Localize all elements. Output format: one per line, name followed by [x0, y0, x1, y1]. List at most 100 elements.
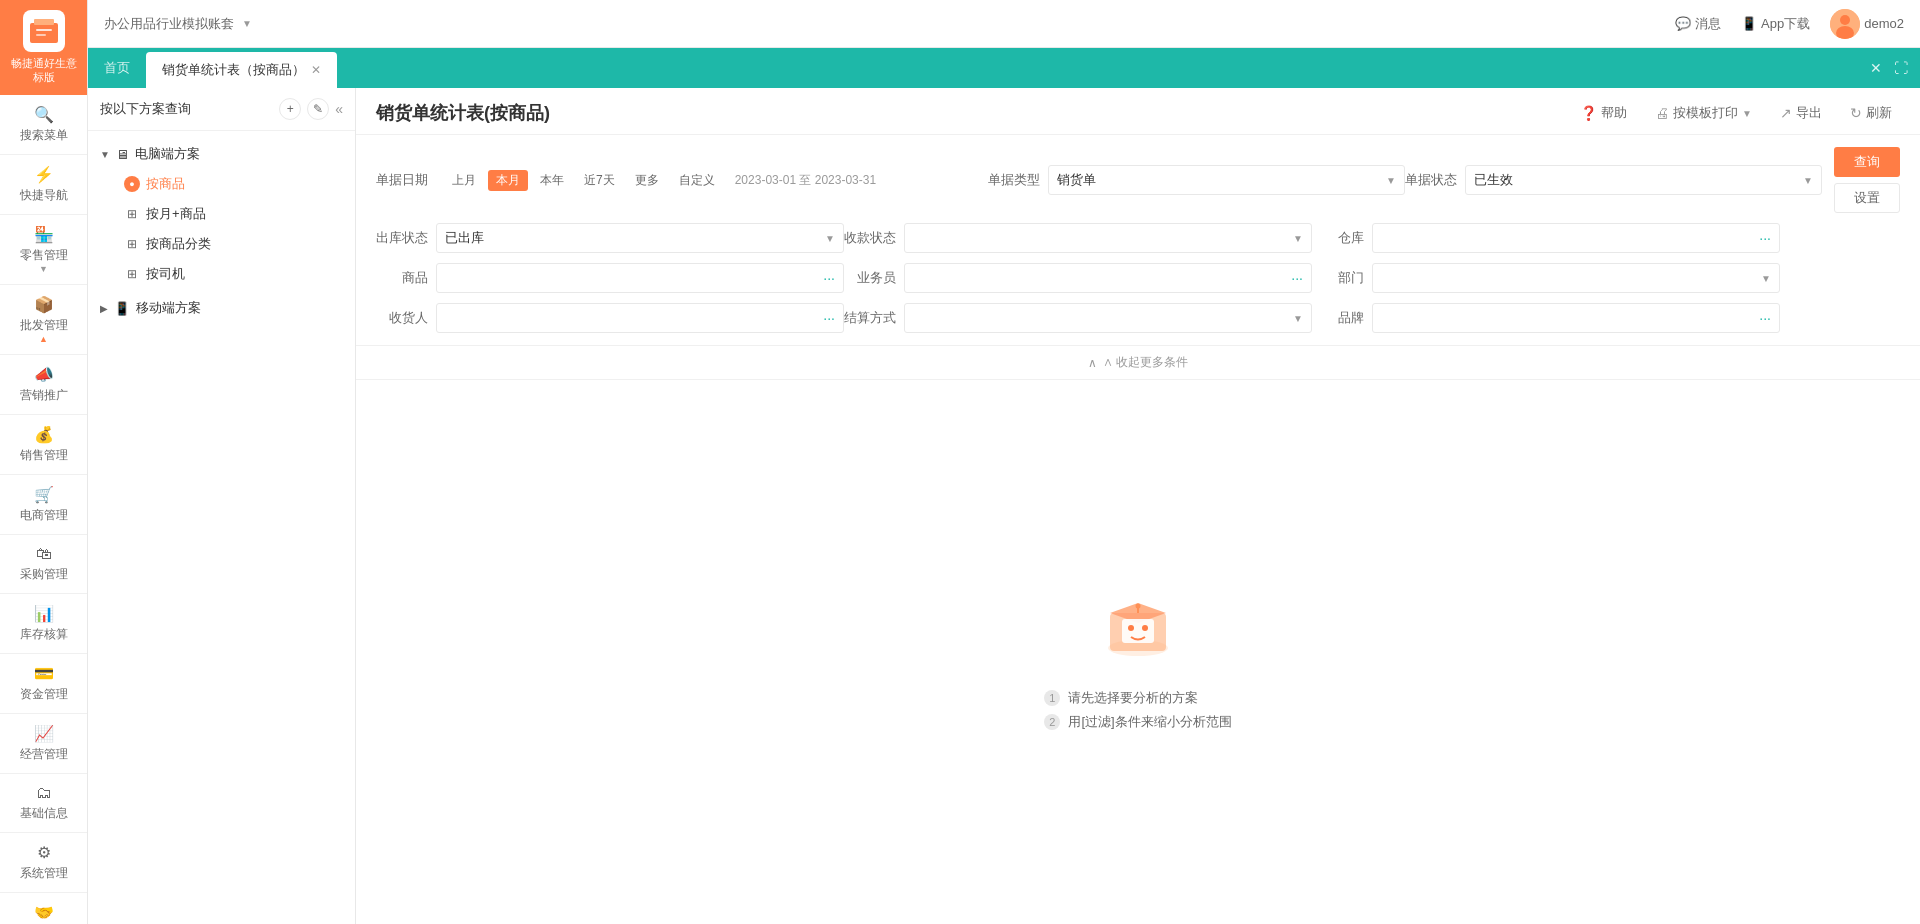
filter-row-4: 收货人 ··· 结算方式 ▼: [376, 303, 1900, 333]
tab-maximize-icon[interactable]: ⛶: [1890, 56, 1912, 80]
warehouse-control: ···: [1372, 223, 1780, 253]
collapse-panel-btn[interactable]: «: [335, 101, 343, 117]
tip-item-1: 1 请先选择要分析的方案: [1044, 689, 1231, 707]
sidebar-item-ecommerce[interactable]: 🛒 电商管理: [0, 475, 87, 535]
date-btn-custom[interactable]: 自定义: [671, 170, 723, 191]
sidebar-item-quick-nav[interactable]: ⚡ 快捷导航: [0, 155, 87, 215]
brand-label: 品牌: [1312, 309, 1364, 327]
product-dots[interactable]: ···: [823, 270, 835, 286]
retail-icon: 🏪: [34, 225, 54, 244]
query-btn-group: 查询 设置: [1834, 147, 1900, 213]
out-status-select[interactable]: 已出库 ▼: [436, 223, 844, 253]
header-actions: 💬 消息 📱 App下载 demo2: [1675, 9, 1904, 39]
receiver-select[interactable]: ···: [436, 303, 844, 333]
logo-icon: [23, 10, 65, 52]
status-select[interactable]: 已生效 ▼: [1465, 165, 1822, 195]
type-select-arrow: ▼: [1386, 175, 1396, 186]
sidebar-item-system[interactable]: ⚙ 系统管理: [0, 833, 87, 893]
warehouse-select[interactable]: ···: [1372, 223, 1780, 253]
query-button[interactable]: 查询: [1834, 147, 1900, 177]
message-icon: 💬: [1675, 16, 1691, 31]
tree-group-header-desktop[interactable]: ▼ 🖥 电脑端方案: [88, 139, 355, 169]
sidebar-item-retail[interactable]: 🏪 零售管理 ▼: [0, 215, 87, 285]
app-download-btn[interactable]: 📱 App下载: [1741, 15, 1810, 33]
help-btn[interactable]: ❓ 帮助: [1572, 100, 1635, 126]
empty-tip: 1 请先选择要分析的方案 2 用[过滤]条件来缩小分析范围: [1044, 689, 1231, 731]
app-logo[interactable]: 畅捷通好生意 标版: [0, 0, 87, 95]
operation-icon: 📈: [34, 724, 54, 743]
type-select[interactable]: 销货单 ▼: [1048, 165, 1405, 195]
sidebar-item-operation[interactable]: 📈 经营管理: [0, 714, 87, 774]
search-icon: 🔍: [34, 105, 54, 124]
filter-row-3: 商品 ··· 业务员 ···: [376, 263, 1900, 293]
tree-item-by-cashier[interactable]: ⊞ 按司机: [88, 259, 355, 289]
sidebar-item-sales[interactable]: 💰 销售管理: [0, 415, 87, 475]
sidebar-item-finance[interactable]: 💳 资金管理: [0, 654, 87, 714]
dept-control: ▼: [1372, 263, 1780, 293]
recv-status-select[interactable]: ▼: [904, 223, 1312, 253]
tree-item-by-product[interactable]: ● 按商品: [88, 169, 355, 199]
scheme-tree: ▼ 🖥 电脑端方案 ● 按商品 ⊞ 按月+商品 ⊞ 按商品分类: [88, 131, 355, 924]
tab-close-window-icon[interactable]: ✕: [1866, 56, 1886, 80]
sales-icon: 💰: [34, 425, 54, 444]
settlement-label: 结算方式: [844, 309, 896, 327]
salesperson-dots[interactable]: ···: [1291, 270, 1303, 286]
edit-scheme-btn[interactable]: ✎: [307, 98, 329, 120]
sidebar-item-enterprise[interactable]: 🤝 企业协同: [0, 893, 87, 924]
left-panel-header: 按以下方案查询 + ✎ «: [88, 88, 355, 131]
date-btn-last-month[interactable]: 上月: [444, 170, 484, 191]
collapse-bar[interactable]: ∧ ∧ 收起更多条件: [356, 346, 1920, 380]
sidebar-item-inventory[interactable]: 📊 库存核算: [0, 594, 87, 654]
inventory-icon: 📊: [34, 604, 54, 623]
tree-item-by-month-product[interactable]: ⊞ 按月+商品: [88, 199, 355, 229]
user-profile[interactable]: demo2: [1830, 9, 1904, 39]
sidebar-item-marketing[interactable]: 📣 营销推广: [0, 355, 87, 415]
date-btn-this-month[interactable]: 本月: [488, 170, 528, 191]
enterprise-icon: 🤝: [34, 903, 54, 922]
tree-item-by-category[interactable]: ⊞ 按商品分类: [88, 229, 355, 259]
salesperson-select[interactable]: ···: [904, 263, 1312, 293]
tip-item-2: 2 用[过滤]条件来缩小分析范围: [1044, 713, 1231, 731]
left-panel: 按以下方案查询 + ✎ « ▼ 🖥 电脑端方案: [88, 88, 356, 924]
date-btn-more[interactable]: 更多: [627, 170, 667, 191]
main-area: 办公用品行业模拟账套 ▼ 💬 消息 📱 App下载 de: [88, 0, 1920, 924]
tab-home[interactable]: 首页: [88, 48, 146, 88]
tab-sales-stat[interactable]: 销货单统计表（按商品） ✕: [146, 52, 337, 88]
status-label: 单据状态: [1405, 171, 1457, 189]
filter-row-1: 单据日期 上月 本月 本年 近7天 更多 自定义 2023-03-01 至 20…: [376, 147, 1900, 213]
date-btn-this-year[interactable]: 本年: [532, 170, 572, 191]
receiver-dots[interactable]: ···: [823, 310, 835, 326]
print-btn[interactable]: 🖨 按模板打印 ▼: [1647, 100, 1760, 126]
sidebar-item-basic[interactable]: 🗂 基础信息: [0, 774, 87, 833]
filter-dept: 部门 ▼: [1312, 263, 1780, 293]
filter-panel: 单据日期 上月 本月 本年 近7天 更多 自定义 2023-03-01 至 20…: [356, 135, 1920, 346]
settlement-control: ▼: [904, 303, 1312, 333]
group-icon-desktop: 🖥: [116, 147, 129, 162]
sidebar-item-wholesale[interactable]: 📦 批发管理 ▲: [0, 285, 87, 355]
finance-icon: 💳: [34, 664, 54, 683]
dept-select[interactable]: ▼: [1372, 263, 1780, 293]
tree-group-header-mobile[interactable]: ▶ 📱 移动端方案: [88, 293, 355, 323]
breadcrumb-arrow[interactable]: ▼: [242, 18, 252, 29]
brand-select[interactable]: ···: [1372, 303, 1780, 333]
recv-status-control: ▼: [904, 223, 1312, 253]
add-scheme-btn[interactable]: +: [279, 98, 301, 120]
settlement-select[interactable]: ▼: [904, 303, 1312, 333]
active-dot: ●: [124, 176, 140, 192]
dept-arrow: ▼: [1761, 273, 1771, 284]
filter-status: 单据状态 已生效 ▼: [1405, 165, 1822, 195]
messages-btn[interactable]: 💬 消息: [1675, 15, 1721, 33]
product-select[interactable]: ···: [436, 263, 844, 293]
filter-salesperson: 业务员 ···: [844, 263, 1312, 293]
status-control: 已生效 ▼: [1465, 165, 1822, 195]
date-btn-7days[interactable]: 近7天: [576, 170, 623, 191]
sidebar-item-search[interactable]: 🔍 搜索菜单: [0, 95, 87, 155]
warehouse-dots[interactable]: ···: [1759, 230, 1771, 246]
tab-bar: 首页 销货单统计表（按商品） ✕ ✕ ⛶: [88, 48, 1920, 88]
refresh-btn[interactable]: ↻ 刷新: [1842, 100, 1900, 126]
sidebar-item-purchase[interactable]: 🛍 采购管理: [0, 535, 87, 594]
brand-dots[interactable]: ···: [1759, 310, 1771, 326]
export-btn[interactable]: ↗ 导出: [1772, 100, 1830, 126]
set-button[interactable]: 设置: [1834, 183, 1900, 213]
tab-close-icon[interactable]: ✕: [311, 64, 321, 76]
